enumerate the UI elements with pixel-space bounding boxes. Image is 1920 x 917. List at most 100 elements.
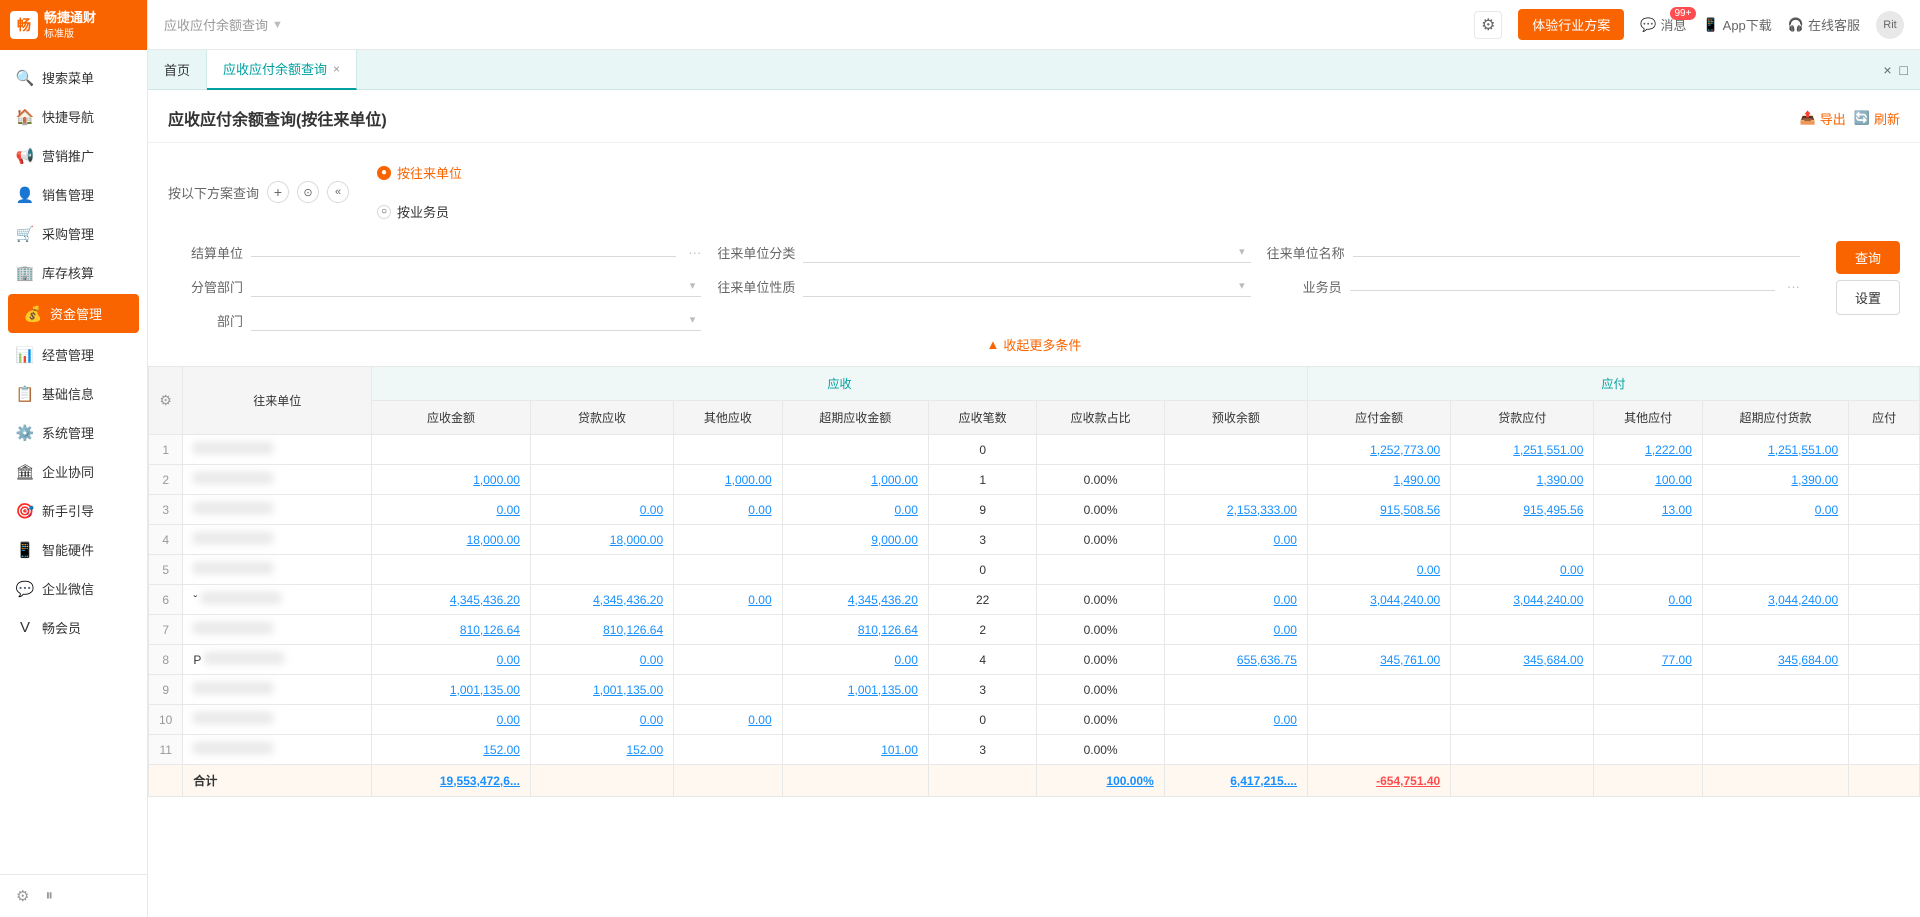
num-cell[interactable]: 0.00 <box>782 495 928 525</box>
num-cell[interactable]: 810,126.64 <box>530 615 673 645</box>
app-download-btn[interactable]: 📱 App下载 <box>1702 15 1771 34</box>
company-name-input[interactable] <box>1353 248 1800 257</box>
num-cell[interactable]: 915,508.56 <box>1307 495 1450 525</box>
sidebar-item-newbie[interactable]: 🎯 新手引导 <box>0 491 147 530</box>
sidebar-collapse-icon[interactable]: ⏸ <box>45 887 53 905</box>
setting-btn[interactable]: 设置 <box>1836 280 1900 315</box>
num-cell[interactable]: 77.00 <box>1594 645 1703 675</box>
num-cell[interactable]: 1,001,135.00 <box>372 675 531 705</box>
sidebar-item-marketing[interactable]: 📢 营销推广 <box>0 136 147 175</box>
filter-target-btn[interactable]: ⊙ <box>297 181 319 203</box>
scheme-by-company[interactable]: ● 按往来单位 <box>365 155 474 190</box>
num-cell[interactable]: 0.00 <box>1451 555 1594 585</box>
salesman-dots[interactable]: ··· <box>1787 279 1800 294</box>
num-cell[interactable]: 1,390.00 <box>1702 465 1848 495</box>
sidebar-item-vip[interactable]: V 畅会员 <box>0 608 147 647</box>
dept-dropdown[interactable]: ▾ <box>251 275 701 297</box>
num-cell[interactable]: 345,684.00 <box>1451 645 1594 675</box>
num-cell[interactable]: 0.00 <box>530 645 673 675</box>
num-cell[interactable]: 2,153,333.00 <box>1164 495 1307 525</box>
num-cell[interactable]: 18,000.00 <box>372 525 531 555</box>
num-cell[interactable]: 810,126.64 <box>372 615 531 645</box>
footer-ysje[interactable]: 19,553,472,6... <box>372 765 531 797</box>
num-cell[interactable]: 1,000.00 <box>782 465 928 495</box>
num-cell[interactable]: 0.00 <box>1164 525 1307 555</box>
online-service-btn[interactable]: 🎧 在线客服 <box>1788 15 1860 34</box>
num-cell[interactable]: 18,000.00 <box>530 525 673 555</box>
num-cell[interactable]: 1,001,135.00 <box>530 675 673 705</box>
sidebar-item-hardware[interactable]: 📱 智能硬件 <box>0 530 147 569</box>
filter-left-btn[interactable]: « <box>327 181 349 203</box>
sidebar-item-wechat[interactable]: 💬 企业微信 <box>0 569 147 608</box>
num-cell[interactable]: 915,495.56 <box>1451 495 1594 525</box>
num-cell[interactable]: 0.00 <box>674 495 783 525</box>
num-cell[interactable]: 0.00 <box>1702 495 1848 525</box>
num-cell[interactable]: 810,126.64 <box>782 615 928 645</box>
num-cell[interactable]: 3,044,240.00 <box>1702 585 1848 615</box>
sidebar-item-operation[interactable]: 📊 经营管理 <box>0 335 147 374</box>
collapse-btn[interactable]: ▲ 收起更多条件 <box>168 335 1900 354</box>
num-cell[interactable]: 1,001,135.00 <box>782 675 928 705</box>
num-cell[interactable]: 655,636.75 <box>1164 645 1307 675</box>
num-cell[interactable]: 4,345,436.20 <box>530 585 673 615</box>
filter-add-btn[interactable]: + <box>267 181 289 203</box>
sidebar-item-finance[interactable]: 💰 资金管理 <box>8 294 139 333</box>
num-cell[interactable]: 0.00 <box>1307 555 1450 585</box>
num-cell[interactable]: 1,251,551.00 <box>1451 435 1594 465</box>
num-cell[interactable]: 345,761.00 <box>1307 645 1450 675</box>
num-cell[interactable]: 3,044,240.00 <box>1307 585 1450 615</box>
num-cell[interactable]: 3,044,240.00 <box>1451 585 1594 615</box>
tab-close-icon[interactable]: × <box>333 62 340 76</box>
sidebar-settings-icon[interactable]: ⚙ <box>16 887 29 905</box>
settlement-dots[interactable]: ··· <box>688 245 701 260</box>
sidebar-item-basic[interactable]: 📋 基础信息 <box>0 374 147 413</box>
num-cell[interactable]: 1,251,551.00 <box>1702 435 1848 465</box>
query-btn[interactable]: 查询 <box>1836 241 1900 274</box>
num-cell[interactable]: 0.00 <box>530 495 673 525</box>
num-cell[interactable]: 1,490.00 <box>1307 465 1450 495</box>
num-cell[interactable]: 0.00 <box>372 495 531 525</box>
num-cell[interactable]: 345,684.00 <box>1702 645 1848 675</box>
refresh-btn[interactable]: 🔄 刷新 <box>1854 109 1900 128</box>
num-cell[interactable]: 0.00 <box>674 585 783 615</box>
salesman-input[interactable] <box>1350 282 1775 291</box>
tab-expand-btn[interactable]: □ <box>1900 62 1908 78</box>
gear-button[interactable]: ⚙ <box>1474 11 1502 39</box>
scheme-by-salesman[interactable]: ○ 按业务员 <box>365 194 474 229</box>
table-settings-icon[interactable]: ⚙ <box>159 392 172 408</box>
num-cell[interactable]: 9,000.00 <box>782 525 928 555</box>
sidebar-item-sales[interactable]: 👤 销售管理 <box>0 175 147 214</box>
num-cell[interactable]: 0.00 <box>530 705 673 735</box>
table-settings-col[interactable]: ⚙ <box>149 367 183 435</box>
num-cell[interactable]: 0.00 <box>674 705 783 735</box>
company-category-dropdown[interactable]: ▾ <box>803 241 1250 263</box>
num-cell[interactable]: 0.00 <box>372 645 531 675</box>
num-cell[interactable]: 101.00 <box>782 735 928 765</box>
tab-home[interactable]: 首页 <box>148 50 207 90</box>
num-cell[interactable]: 152.00 <box>372 735 531 765</box>
sidebar-item-search[interactable]: 🔍 搜索菜单 <box>0 58 147 97</box>
num-cell[interactable]: 4,345,436.20 <box>782 585 928 615</box>
num-cell[interactable]: 0.00 <box>782 645 928 675</box>
footer-yfje[interactable]: -654,751.40 <box>1307 765 1450 797</box>
num-cell[interactable]: 4,345,436.20 <box>372 585 531 615</box>
sidebar-item-enterprise[interactable]: 🏛 企业协同 <box>0 452 147 491</box>
num-cell[interactable]: 0.00 <box>1594 585 1703 615</box>
num-cell[interactable]: 1,390.00 <box>1451 465 1594 495</box>
num-cell[interactable]: 1,000.00 <box>372 465 531 495</box>
company-nature-dropdown[interactable]: ▾ <box>803 275 1250 297</box>
num-cell[interactable]: 0.00 <box>1164 585 1307 615</box>
num-cell[interactable]: 13.00 <box>1594 495 1703 525</box>
num-cell[interactable]: 0.00 <box>1164 705 1307 735</box>
division-dropdown[interactable]: ▾ <box>251 309 701 331</box>
settlement-input[interactable] <box>251 248 676 257</box>
tab-close-btn[interactable]: × <box>1883 62 1891 78</box>
industry-btn[interactable]: 体验行业方案 <box>1518 9 1624 40</box>
num-cell[interactable]: 152.00 <box>530 735 673 765</box>
num-cell[interactable]: 1,222.00 <box>1594 435 1703 465</box>
num-cell[interactable]: 0.00 <box>1164 615 1307 645</box>
num-cell[interactable]: 1,252,773.00 <box>1307 435 1450 465</box>
user-avatar[interactable]: Rit <box>1876 11 1904 39</box>
table-container[interactable]: ⚙ 往来单位 应收 应付 应收金额 贷款应收 其他应收 超期应收金额 应收笔数 … <box>148 366 1920 917</box>
sidebar-item-purchase[interactable]: 🛒 采购管理 <box>0 214 147 253</box>
